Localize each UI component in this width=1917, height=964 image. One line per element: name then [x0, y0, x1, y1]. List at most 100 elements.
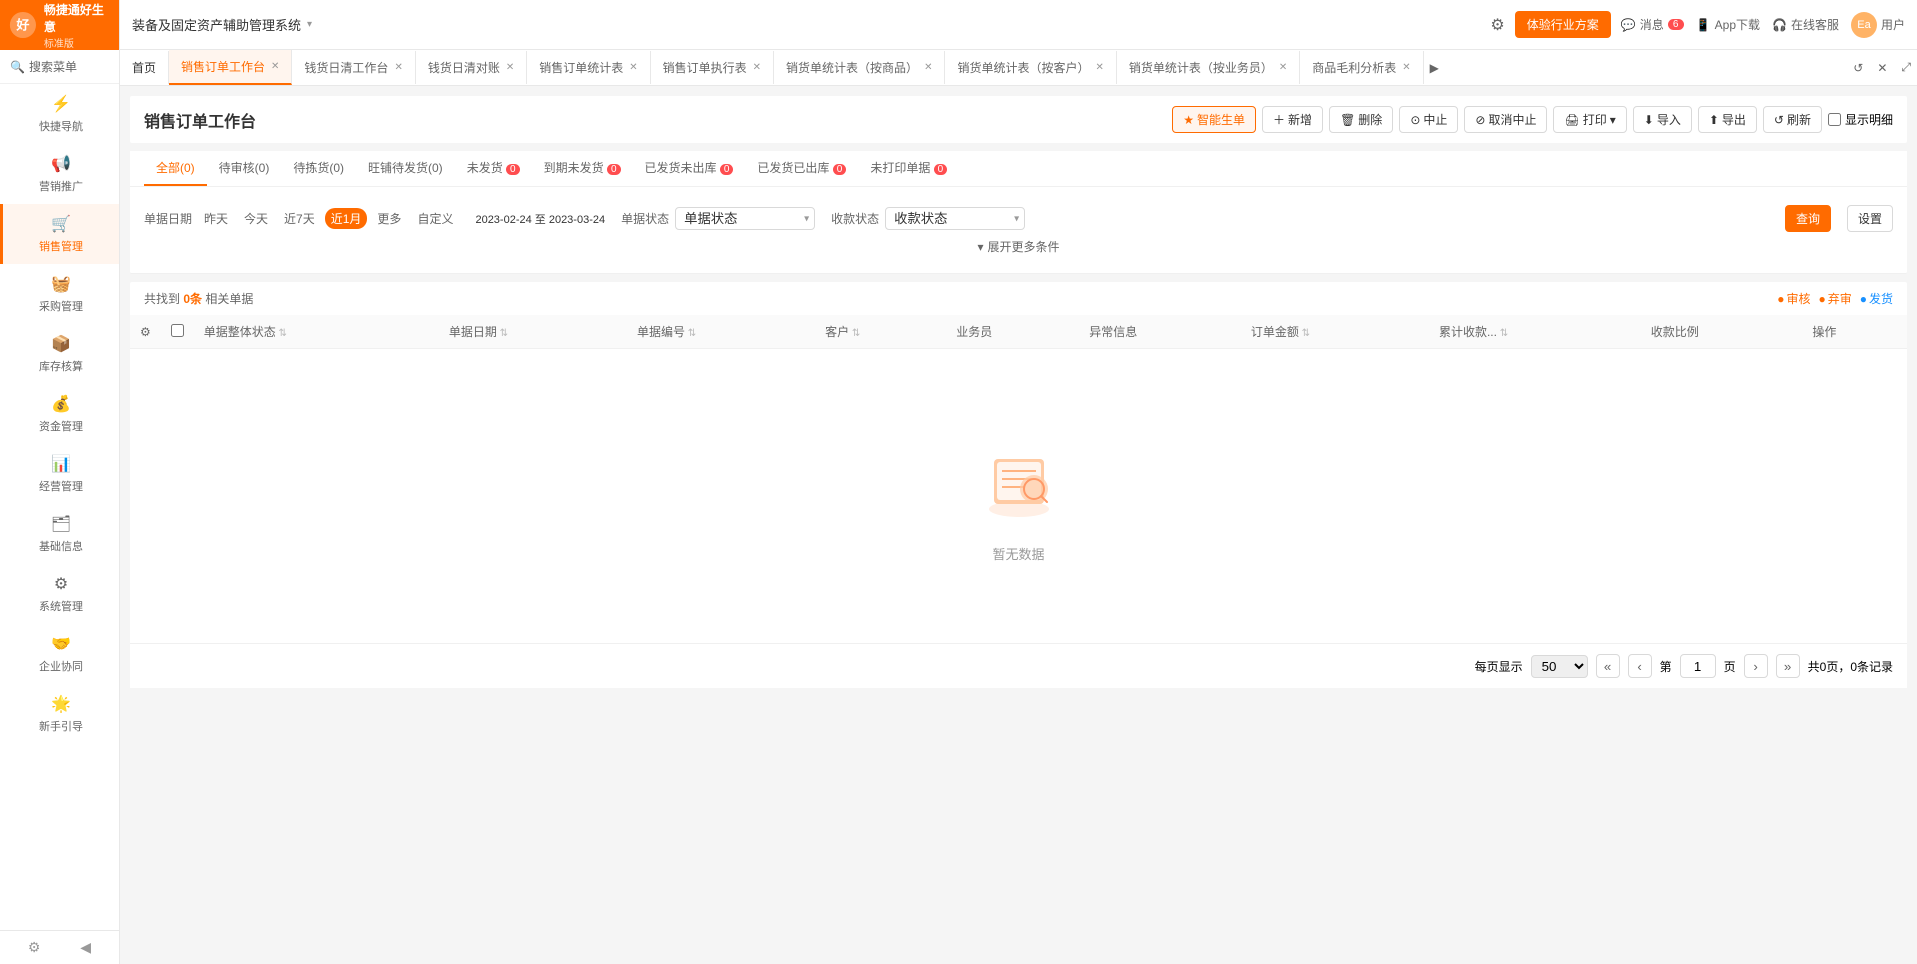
query-btn[interactable]: 查询: [1785, 205, 1831, 232]
show-detail-checkbox[interactable]: [1828, 113, 1841, 126]
sub-tab-not-shipped[interactable]: 未发货 0: [455, 151, 532, 186]
tab-close-btn[interactable]: ✕: [271, 61, 279, 72]
tab-scroll-right-btn[interactable]: ▶: [1424, 61, 1445, 75]
page-size-select[interactable]: 50 100: [1531, 655, 1588, 678]
tab-cash-reconcile[interactable]: 钱货日清对账 ✕: [416, 51, 527, 84]
refresh-btn[interactable]: ↺ 刷新: [1763, 106, 1822, 133]
sub-tab-shipped-not-out[interactable]: 已发货未出库 0: [633, 151, 746, 186]
delete-btn[interactable]: 🗑 删除: [1329, 106, 1393, 133]
header-setting-btn[interactable]: ⚙: [1490, 15, 1504, 35]
next-page-btn[interactable]: ›: [1744, 654, 1768, 678]
tab-sales-order-stat[interactable]: 销售订单统计表 ✕: [527, 51, 650, 84]
search-icon: 🔍: [10, 60, 25, 74]
tab-close-btn[interactable]: ✕: [753, 62, 761, 73]
first-page-btn[interactable]: «: [1596, 654, 1620, 678]
sidebar-collapse-btn[interactable]: ◀: [80, 939, 91, 956]
tab-close-btn[interactable]: ✕: [1095, 62, 1103, 73]
tab-sales-order-ws[interactable]: 销售订单工作台 ✕: [169, 50, 292, 85]
add-btn[interactable]: ＋ 新增: [1262, 106, 1323, 133]
tab-close-btn[interactable]: ✕: [1402, 62, 1410, 73]
sidebar-item-basic[interactable]: 🗂 基础信息: [0, 504, 119, 564]
sidebar-item-purchase[interactable]: 🧺 采购管理: [0, 264, 119, 324]
tab-refresh-btn[interactable]: ↺: [1847, 57, 1869, 79]
message-btn[interactable]: 💬 消息 6: [1621, 16, 1684, 33]
sidebar-logo: 好 畅捷通好生意 标准版: [0, 0, 119, 50]
th-customer[interactable]: 客户: [815, 315, 946, 349]
sidebar-item-sales[interactable]: 🛒 销售管理: [0, 204, 119, 264]
sidebar-item-marketing[interactable]: 📢 营销推广: [0, 144, 119, 204]
date-btn-today[interactable]: 今天: [238, 208, 274, 229]
filter-payment-select[interactable]: 收款状态: [885, 207, 1025, 230]
user-btn[interactable]: Ea 用户: [1851, 12, 1905, 38]
ship-action[interactable]: ● 发货: [1860, 290, 1893, 307]
filter-settings-btn[interactable]: 设置: [1847, 205, 1893, 232]
tab-close-btn[interactable]: ✕: [924, 62, 932, 73]
tab-close-all-btn[interactable]: ✕: [1871, 57, 1893, 79]
date-btn-more[interactable]: 更多: [371, 208, 407, 229]
table-settings-icon[interactable]: ⚙: [140, 325, 151, 339]
sidebar-item-guide[interactable]: 🌟 新手引导: [0, 684, 119, 744]
prev-page-btn[interactable]: ‹: [1628, 654, 1652, 678]
sidebar-item-finance[interactable]: 💰 资金管理: [0, 384, 119, 444]
expand-more-btn[interactable]: ▾ 展开更多条件: [144, 238, 1893, 255]
sidebar-item-quick-nav[interactable]: ⚡ 快捷导航: [0, 84, 119, 144]
print-btn[interactable]: 🖨 打印 ▾: [1553, 106, 1626, 133]
sidebar-item-coop[interactable]: 🤝 企业协同: [0, 624, 119, 684]
search-menu-item[interactable]: 🔍 搜索菜单: [0, 50, 119, 84]
tab-close-btn[interactable]: ✕: [506, 62, 514, 73]
date-btn-7days[interactable]: 近7天: [278, 208, 321, 229]
tab-home[interactable]: 首页: [120, 51, 169, 84]
th-number[interactable]: 单据编号: [627, 315, 815, 349]
sidebar-item-ops[interactable]: 📊 经营管理: [0, 444, 119, 504]
tab-maximize-btn[interactable]: ⤢: [1895, 56, 1917, 79]
sidebar-item-system[interactable]: ⚙ 系统管理: [0, 564, 119, 624]
review-action[interactable]: ● 审核: [1777, 290, 1810, 307]
app-download-btn[interactable]: 📱 App下载: [1696, 16, 1760, 33]
sub-tab-pending-pick[interactable]: 待拣货(0): [281, 151, 356, 186]
sub-tab-wangpu-ship[interactable]: 旺铺待发货(0): [356, 151, 455, 186]
tab-product-margin[interactable]: 商品毛利分析表 ✕: [1300, 51, 1423, 84]
import-btn[interactable]: ⬇ 导入: [1633, 106, 1692, 133]
coop-icon: 🤝: [51, 634, 71, 654]
cancel-stop-icon: ⊘: [1475, 113, 1485, 127]
tab-sales-stat-product-label: 销货单统计表（按商品）: [786, 59, 918, 76]
tab-sales-stat-product[interactable]: 销货单统计表（按商品） ✕: [774, 51, 945, 84]
import-icon: ⬇: [1644, 113, 1654, 127]
industry-btn[interactable]: 体验行业方案: [1515, 11, 1611, 38]
sidebar-item-inventory[interactable]: 📦 库存核算: [0, 324, 119, 384]
sub-tab-all[interactable]: 全部(0): [144, 151, 207, 186]
guide-icon: 🌟: [51, 694, 71, 714]
date-btn-1month[interactable]: 近1月: [325, 208, 368, 229]
stop-btn[interactable]: ⊙ 中止: [1399, 106, 1458, 133]
sub-tab-overdue-ship[interactable]: 到期未发货 0: [532, 151, 633, 186]
select-all-checkbox[interactable]: [171, 324, 184, 337]
table-head: ⚙ 单据整体状态 单据日期 单据编号 客户 业务员 异常信息 订单金额 累计收款…: [130, 315, 1907, 349]
th-amount[interactable]: 订单金额: [1241, 315, 1429, 349]
th-date[interactable]: 单据日期: [439, 315, 627, 349]
tab-cash-daily[interactable]: 钱货日清工作台 ✕: [292, 51, 415, 84]
anti-review-action[interactable]: ● 弃审: [1818, 290, 1851, 307]
date-btn-custom[interactable]: 自定义: [411, 208, 459, 229]
page-input[interactable]: [1680, 654, 1716, 678]
sub-tab-shipped-out[interactable]: 已发货已出库 0: [745, 151, 858, 186]
cancel-stop-btn[interactable]: ⊘ 取消中止: [1464, 106, 1547, 133]
title-dropdown-arrow[interactable]: ▾: [307, 19, 312, 30]
smart-create-btn[interactable]: ★ 智能生单: [1172, 106, 1256, 133]
th-status[interactable]: 单据整体状态: [194, 315, 439, 349]
tab-sales-stat-staff[interactable]: 销货单统计表（按业务员） ✕: [1117, 51, 1300, 84]
sidebar-settings-btn[interactable]: ⚙: [28, 939, 41, 956]
export-btn[interactable]: ⬆ 导出: [1698, 106, 1757, 133]
sub-tab-unprinted[interactable]: 未打印单据 0: [858, 151, 959, 186]
online-service-btn[interactable]: 🎧 在线客服: [1772, 16, 1839, 33]
filter-status-select[interactable]: 单据状态: [675, 207, 815, 230]
last-page-btn[interactable]: »: [1776, 654, 1800, 678]
tab-close-btn[interactable]: ✕: [1279, 62, 1287, 73]
tab-close-btn[interactable]: ✕: [394, 62, 402, 73]
show-detail-label[interactable]: 显示明细: [1828, 111, 1893, 128]
tab-close-btn[interactable]: ✕: [629, 62, 637, 73]
date-btn-yesterday[interactable]: 昨天: [198, 208, 234, 229]
sub-tab-pending-review[interactable]: 待审核(0): [207, 151, 282, 186]
tab-sales-order-exec[interactable]: 销售订单执行表 ✕: [651, 51, 774, 84]
tab-sales-stat-customer[interactable]: 销货单统计表（按客户） ✕: [945, 51, 1116, 84]
th-received[interactable]: 累计收款...: [1429, 315, 1641, 349]
